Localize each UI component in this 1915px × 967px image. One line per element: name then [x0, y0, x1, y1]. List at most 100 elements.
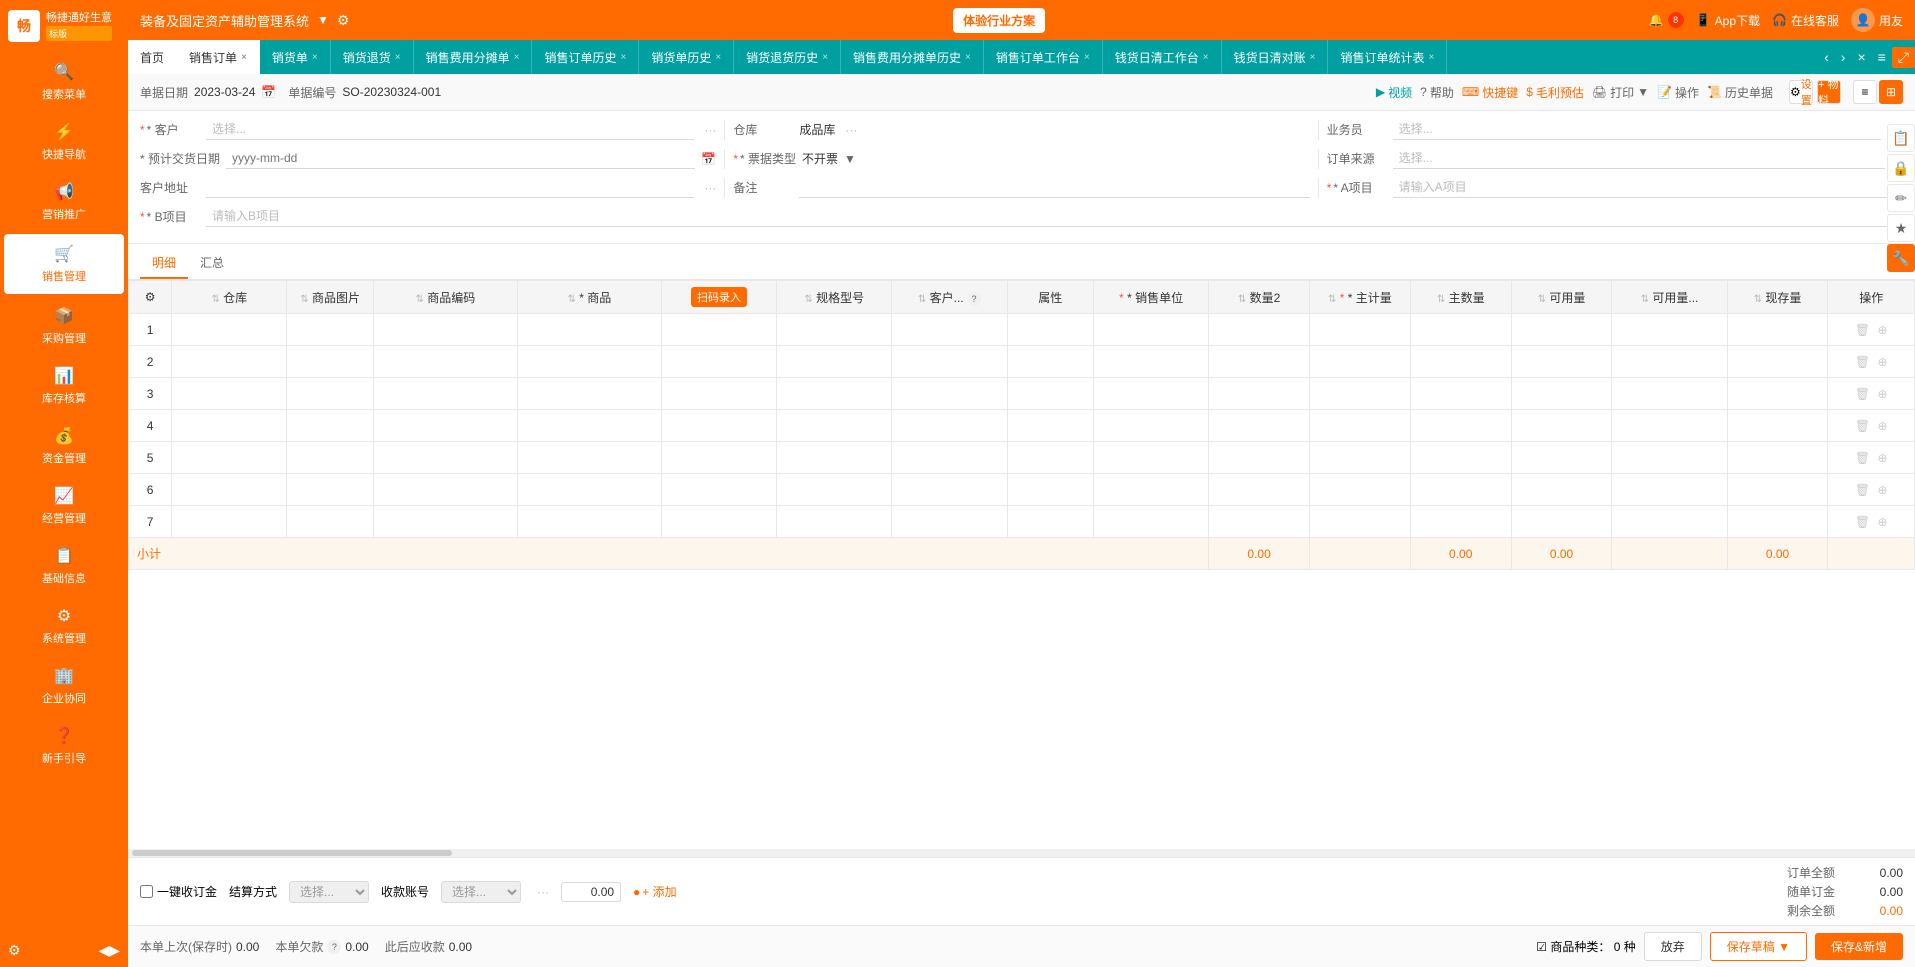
row-qty2-2[interactable]	[1209, 346, 1310, 378]
row-mainunit-7[interactable]	[1309, 506, 1410, 538]
row-custcode-7[interactable]	[892, 506, 1007, 538]
row-spec-7[interactable]	[777, 506, 892, 538]
th-code[interactable]: ⇅ 商品编码	[373, 281, 517, 314]
row-mainqty-2[interactable]	[1410, 346, 1511, 378]
sidebar-item-basic[interactable]: 📋 基础信息	[0, 536, 128, 596]
shortcut-btn[interactable]: ⌨ 快捷键	[1462, 84, 1518, 101]
row-warehouse-7[interactable]	[172, 506, 287, 538]
row-qty2-3[interactable]	[1209, 378, 1310, 410]
row-attr-5[interactable]	[1007, 442, 1093, 474]
delivery-calendar-icon[interactable]: 📅	[701, 152, 716, 166]
row-custcode-6[interactable]	[892, 474, 1007, 506]
th-qty2[interactable]: ⇅ 数量2	[1209, 281, 1310, 314]
row-product-7[interactable]	[517, 506, 661, 538]
row-spec-6[interactable]	[777, 474, 892, 506]
row-product-5[interactable]	[517, 442, 661, 474]
row-copy-icon-3[interactable]: ⊕	[1877, 387, 1887, 401]
nav-next-arrow[interactable]: ›	[1835, 49, 1852, 65]
th-avail[interactable]: ⇅ 可用量	[1511, 281, 1612, 314]
row-stock-2[interactable]	[1727, 346, 1828, 378]
row-product-1[interactable]	[517, 314, 661, 346]
th-unit[interactable]: * * 销售单位	[1093, 281, 1208, 314]
delivery-date-input[interactable]	[226, 148, 695, 169]
row-avail-2[interactable]	[1511, 346, 1612, 378]
row-stock-3[interactable]	[1727, 378, 1828, 410]
scroll-bar[interactable]	[132, 850, 452, 856]
row-code-5[interactable]	[373, 442, 517, 474]
sidebar-item-marketing[interactable]: 📢 营销推广	[0, 172, 128, 232]
tab-sales-expense-close[interactable]: ×	[514, 52, 520, 63]
th-main-unit[interactable]: ⇅ * * 主计量	[1309, 281, 1410, 314]
sidebar-item-search[interactable]: 🔍 搜索菜单	[0, 52, 128, 112]
a-project-input[interactable]	[1393, 177, 1903, 198]
row-mainqty-7[interactable]	[1410, 506, 1511, 538]
row-warehouse-1[interactable]	[172, 314, 287, 346]
sidebar-item-enterprise[interactable]: 🏢 企业协同	[0, 656, 128, 716]
sidebar-item-guide[interactable]: ❓ 新手引导	[0, 716, 128, 776]
row-unit-4[interactable]	[1093, 410, 1208, 442]
row-unit-5[interactable]	[1093, 442, 1208, 474]
row-custcode-3[interactable]	[892, 378, 1007, 410]
print-btn[interactable]: 🖨 打印 ▼	[1592, 84, 1649, 101]
help-btn[interactable]: ? 帮助	[1420, 84, 1454, 101]
row-stock-6[interactable]	[1727, 474, 1828, 506]
row-warehouse-5[interactable]	[172, 442, 287, 474]
row-mainunit-3[interactable]	[1309, 378, 1410, 410]
tab-sales-return-close[interactable]: ×	[395, 52, 401, 63]
row-attr-3[interactable]	[1007, 378, 1093, 410]
row-avail-4[interactable]	[1511, 410, 1612, 442]
row-unit-2[interactable]	[1093, 346, 1208, 378]
row-code-3[interactable]	[373, 378, 517, 410]
sidebar-item-sales[interactable]: 🛒 销售管理	[4, 234, 124, 294]
current-due-help-icon[interactable]: ?	[327, 940, 341, 954]
row-warehouse-3[interactable]	[172, 378, 287, 410]
row-stock-7[interactable]	[1727, 506, 1828, 538]
row-avail-5[interactable]	[1511, 442, 1612, 474]
row-attr-6[interactable]	[1007, 474, 1093, 506]
row-attr-2[interactable]	[1007, 346, 1093, 378]
row-avail2-4[interactable]	[1612, 410, 1727, 442]
row-attr-7[interactable]	[1007, 506, 1093, 538]
row-product-4[interactable]	[517, 410, 661, 442]
product-count-icon[interactable]: ☑	[1536, 940, 1547, 954]
customer-input[interactable]	[206, 119, 694, 140]
row-avail-6[interactable]	[1511, 474, 1612, 506]
tab-sales-order-close[interactable]: ×	[241, 52, 247, 63]
row-unit-1[interactable]	[1093, 314, 1208, 346]
row-spec-4[interactable]	[777, 410, 892, 442]
tab-order-stats-close[interactable]: ×	[1428, 52, 1434, 63]
salesperson-input[interactable]	[1393, 119, 1881, 140]
float-btn-5[interactable]: 🔧	[1887, 244, 1915, 272]
sidebar-item-finance[interactable]: 💰 资金管理	[0, 416, 128, 476]
row-delete-icon-6[interactable]: 🗑	[1855, 483, 1870, 497]
tab-daily-workbench[interactable]: 钱货日清工作台 ×	[1103, 40, 1222, 74]
tab-sales-history[interactable]: 销售订单历史 ×	[532, 40, 639, 74]
customer-code-help-icon[interactable]: ?	[967, 292, 981, 306]
sidebar-item-inventory[interactable]: 📊 库存核算	[0, 356, 128, 416]
save-draft-dropdown-icon[interactable]: ▼	[1778, 940, 1790, 954]
tab-invoice-history[interactable]: 销货单历史 ×	[639, 40, 734, 74]
tab-expense-history[interactable]: 销售费用分摊单历史 ×	[841, 40, 984, 74]
row-qty2-7[interactable]	[1209, 506, 1310, 538]
row-spec-1[interactable]	[777, 314, 892, 346]
topbar-settings-btn[interactable]: ⚙	[337, 12, 350, 29]
tab-return-history[interactable]: 销货退货历史 ×	[734, 40, 841, 74]
th-avail2[interactable]: ⇅ 可用量...	[1612, 281, 1727, 314]
row-avail2-7[interactable]	[1612, 506, 1727, 538]
row-code-6[interactable]	[373, 474, 517, 506]
remark-input[interactable]	[799, 177, 1309, 198]
solution-button[interactable]: 体验行业方案	[953, 8, 1045, 33]
row-delete-icon-5[interactable]: 🗑	[1855, 451, 1870, 465]
row-mainunit-4[interactable]	[1309, 410, 1410, 442]
row-delete-icon-4[interactable]: 🗑	[1855, 419, 1870, 433]
row-mainqty-5[interactable]	[1410, 442, 1511, 474]
float-btn-4[interactable]: ★	[1887, 214, 1915, 242]
row-qty2-1[interactable]	[1209, 314, 1310, 346]
online-service-btn[interactable]: 🎧 在线客服	[1772, 12, 1839, 29]
row-custcode-1[interactable]	[892, 314, 1007, 346]
row-code-4[interactable]	[373, 410, 517, 442]
row-avail2-1[interactable]	[1612, 314, 1727, 346]
row-spec-3[interactable]	[777, 378, 892, 410]
float-btn-1[interactable]: 📋	[1887, 124, 1915, 152]
view-video-btn[interactable]: ▶ 视频	[1376, 84, 1412, 101]
